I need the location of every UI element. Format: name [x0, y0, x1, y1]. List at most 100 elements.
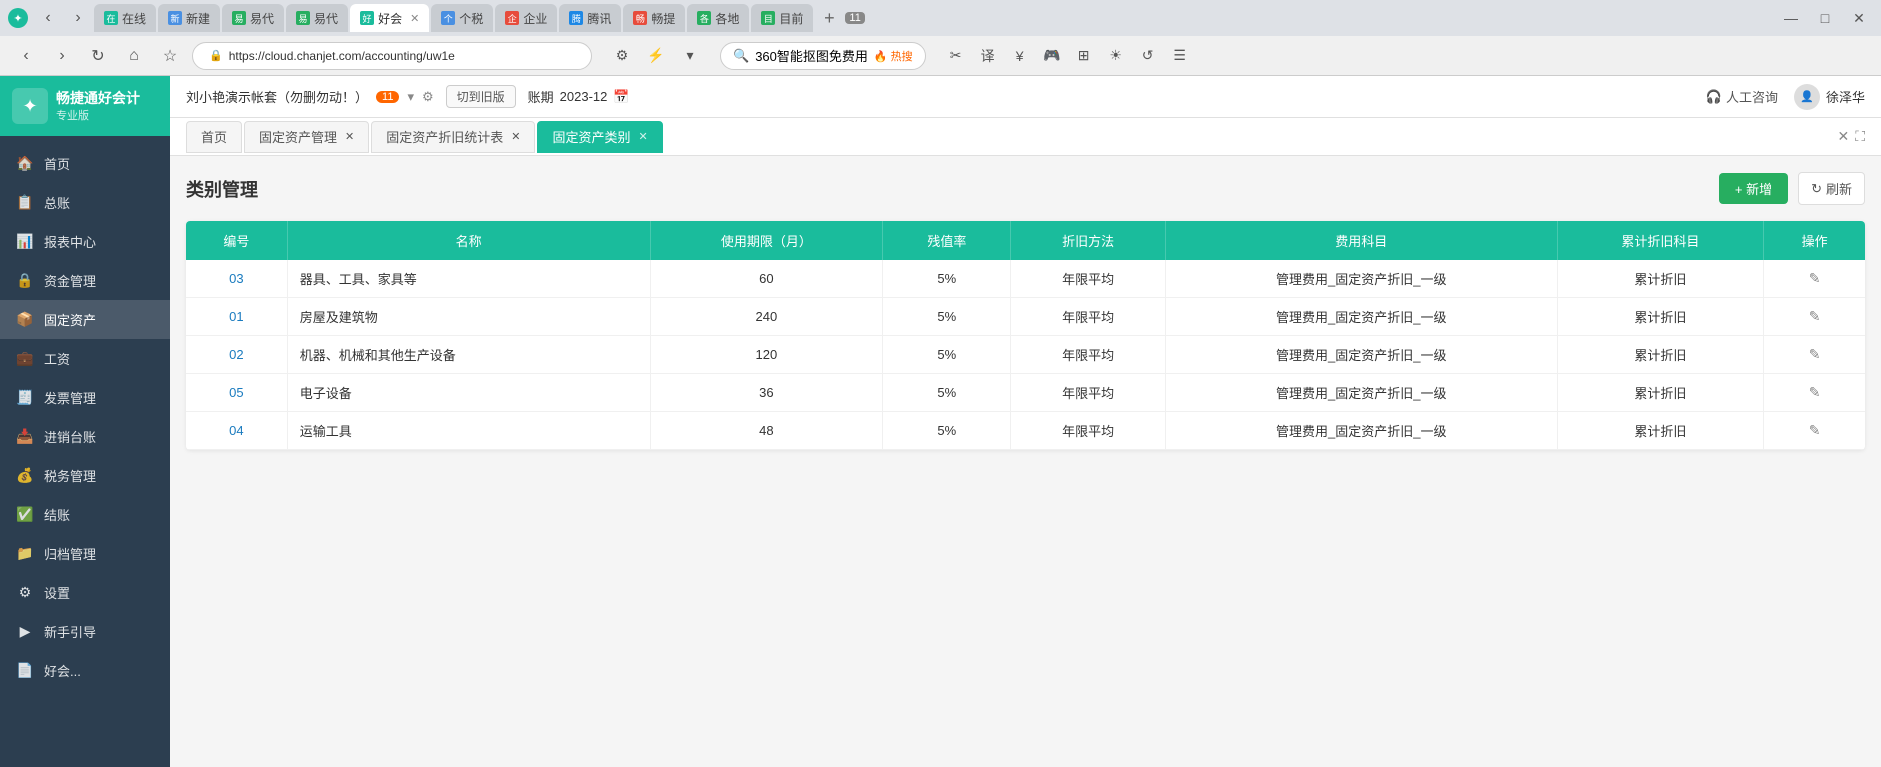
scissors-btn[interactable]: ✂ [942, 42, 970, 70]
page-title: 类别管理 [186, 176, 258, 202]
tab-label-1: 在线 [122, 10, 146, 27]
back-btn[interactable]: ‹ [34, 4, 62, 32]
browser-tab-4[interactable]: 易 易代 [286, 4, 348, 32]
addr-back-btn[interactable]: ‹ [12, 42, 40, 70]
sidebar-item-home[interactable]: 🏠 首页 [0, 144, 170, 183]
star-btn[interactable]: ☆ [156, 42, 184, 70]
tab-close-fixed-asset-depreciation[interactable]: ✕ [511, 130, 520, 143]
wallet-btn[interactable]: ¥ [1006, 42, 1034, 70]
sidebar-item-tax[interactable]: 💰 税务管理 [0, 456, 170, 495]
tab-home[interactable]: 首页 [186, 121, 242, 153]
sidebar-item-funds[interactable]: 🔒 资金管理 [0, 261, 170, 300]
account-dropdown-icon[interactable]: ▾ [407, 89, 414, 105]
cell-action[interactable]: ✎ [1764, 374, 1865, 412]
browser-tab-5[interactable]: 好 好会 ✕ [350, 4, 429, 32]
support-btn[interactable]: 🎧 人工咨询 [1706, 87, 1778, 106]
avatar: 👤 [1794, 84, 1820, 110]
tab-fixed-asset-mgmt[interactable]: 固定资产管理 ✕ [244, 121, 369, 153]
browser-tab-6[interactable]: 个 个税 [431, 4, 493, 32]
maximize-btn[interactable]: □ [1811, 4, 1839, 32]
cell-accumulated: 累计折旧 [1557, 412, 1764, 450]
reload-btn[interactable]: ↻ [84, 42, 112, 70]
sidebar-label-more: 好会... [44, 661, 81, 680]
sidebar-item-inventory[interactable]: 📥 进销台账 [0, 417, 170, 456]
tab-pane-close-icon[interactable]: ✕ [1837, 128, 1849, 145]
tab-favicon-8: 腾 [569, 11, 583, 25]
browser-tab-1[interactable]: 在 在线 [94, 4, 156, 32]
tab-fixed-asset-category[interactable]: 固定资产类别 ✕ [537, 121, 662, 153]
extensions-btn[interactable]: ⚙ [608, 42, 636, 70]
tab-close-5[interactable]: ✕ [410, 12, 419, 25]
rotate-btn[interactable]: ↺ [1134, 42, 1162, 70]
tab-close-fixed-asset-category[interactable]: ✕ [639, 130, 648, 143]
cell-residual: 5% [883, 260, 1011, 298]
browser-tab-9[interactable]: 畅 畅提 [623, 4, 685, 32]
search-box[interactable]: 🔍 360智能抠图免费用 🔥 热搜 [720, 42, 926, 70]
sidebar-label-inventory: 进销台账 [44, 427, 96, 446]
cell-action[interactable]: ✎ [1764, 412, 1865, 450]
game-btn[interactable]: 🎮 [1038, 42, 1066, 70]
col-action: 操作 [1764, 221, 1865, 260]
sidebar-item-fixed-asset[interactable]: 📦 固定资产 [0, 300, 170, 339]
browser-tab-11[interactable]: 目 目前 [751, 4, 813, 32]
sidebar-item-guide[interactable]: ▶ 新手引导 [0, 612, 170, 651]
sidebar-item-payroll[interactable]: 💼 工资 [0, 339, 170, 378]
close-window-btn[interactable]: ✕ [1845, 4, 1873, 32]
edit-icon[interactable]: ✎ [1809, 422, 1821, 438]
period-value: 2023-12 [560, 89, 608, 104]
edit-icon[interactable]: ✎ [1809, 346, 1821, 362]
page-tab-nav: 首页 固定资产管理 ✕ 固定资产折旧统计表 ✕ 固定资产类别 ✕ ✕ ⛶ [170, 118, 1881, 156]
hot-search-badge: 🔥 热搜 [874, 48, 913, 64]
settings-icon-top[interactable]: ⚙ [422, 89, 434, 105]
edit-icon[interactable]: ✎ [1809, 308, 1821, 324]
calendar-icon[interactable]: 📅 [613, 89, 629, 105]
sidebar-item-settings[interactable]: ⚙ 设置 [0, 573, 170, 612]
sidebar-item-report[interactable]: 📊 报表中心 [0, 222, 170, 261]
tab-favicon-11: 目 [761, 11, 775, 25]
edit-icon[interactable]: ✎ [1809, 384, 1821, 400]
support-label: 人工咨询 [1726, 87, 1778, 106]
refresh-btn[interactable]: ↻ 刷新 [1798, 172, 1865, 205]
tab-fixed-asset-depreciation[interactable]: 固定资产折旧统计表 ✕ [371, 121, 535, 153]
home-btn[interactable]: ⌂ [120, 42, 148, 70]
guide-icon: ▶ [16, 623, 34, 641]
address-input[interactable]: 🔒 https://cloud.chanjet.com/accounting/u… [192, 42, 592, 70]
cell-action[interactable]: ✎ [1764, 336, 1865, 374]
translate-btn[interactable]: 译 [974, 42, 1002, 70]
sidebar-item-checkout[interactable]: ✅ 结账 [0, 495, 170, 534]
cell-accumulated: 累计折旧 [1557, 374, 1764, 412]
browser-tab-2[interactable]: 新 新建 [158, 4, 220, 32]
browser-tab-7[interactable]: 企 企业 [495, 4, 557, 32]
tab-pane-expand-icon[interactable]: ⛶ [1855, 128, 1865, 145]
cell-period: 240 [650, 298, 883, 336]
sidebar-item-archive[interactable]: 📁 归档管理 [0, 534, 170, 573]
sidebar-label-settings: 设置 [44, 583, 70, 602]
cell-expense: 管理费用_固定资产折旧_一级 [1165, 374, 1557, 412]
menu-btn[interactable]: ☰ [1166, 42, 1194, 70]
cell-action[interactable]: ✎ [1764, 260, 1865, 298]
addr-forward-btn[interactable]: › [48, 42, 76, 70]
sidebar-item-invoice[interactable]: 🧾 发票管理 [0, 378, 170, 417]
browser-tab-8[interactable]: 腾 腾讯 [559, 4, 621, 32]
minimize-btn[interactable]: — [1777, 4, 1805, 32]
new-tab-button[interactable]: + [815, 4, 843, 32]
lightning-btn[interactable]: ⚡ [642, 42, 670, 70]
headphone-icon: 🎧 [1706, 89, 1722, 105]
switch-version-btn[interactable]: 切到旧版 [446, 85, 516, 108]
dropdown-btn[interactable]: ▾ [676, 42, 704, 70]
edit-icon[interactable]: ✎ [1809, 270, 1821, 286]
browser-tab-3[interactable]: 易 易代 [222, 4, 284, 32]
tab-label-11: 目前 [779, 10, 803, 27]
sidebar-item-ledger[interactable]: 📋 总账 [0, 183, 170, 222]
sun-btn[interactable]: ☀ [1102, 42, 1130, 70]
sidebar-item-more[interactable]: 📄 好会... [0, 651, 170, 690]
browser-tab-10[interactable]: 各 各地 [687, 4, 749, 32]
search-placeholder: 360智能抠图免费用 [755, 46, 868, 65]
grid-btn[interactable]: ⊞ [1070, 42, 1098, 70]
forward-btn[interactable]: › [64, 4, 92, 32]
tab-close-fixed-asset-mgmt[interactable]: ✕ [345, 130, 354, 143]
cell-action[interactable]: ✎ [1764, 298, 1865, 336]
add-btn[interactable]: + 新增 [1719, 173, 1788, 204]
top-bar-left: 刘小艳演示帐套（勿删勿动！） 11 ▾ ⚙ 切到旧版 账期 2023-12 📅 [186, 85, 630, 108]
user-info[interactable]: 👤 徐泽华 [1794, 84, 1865, 110]
